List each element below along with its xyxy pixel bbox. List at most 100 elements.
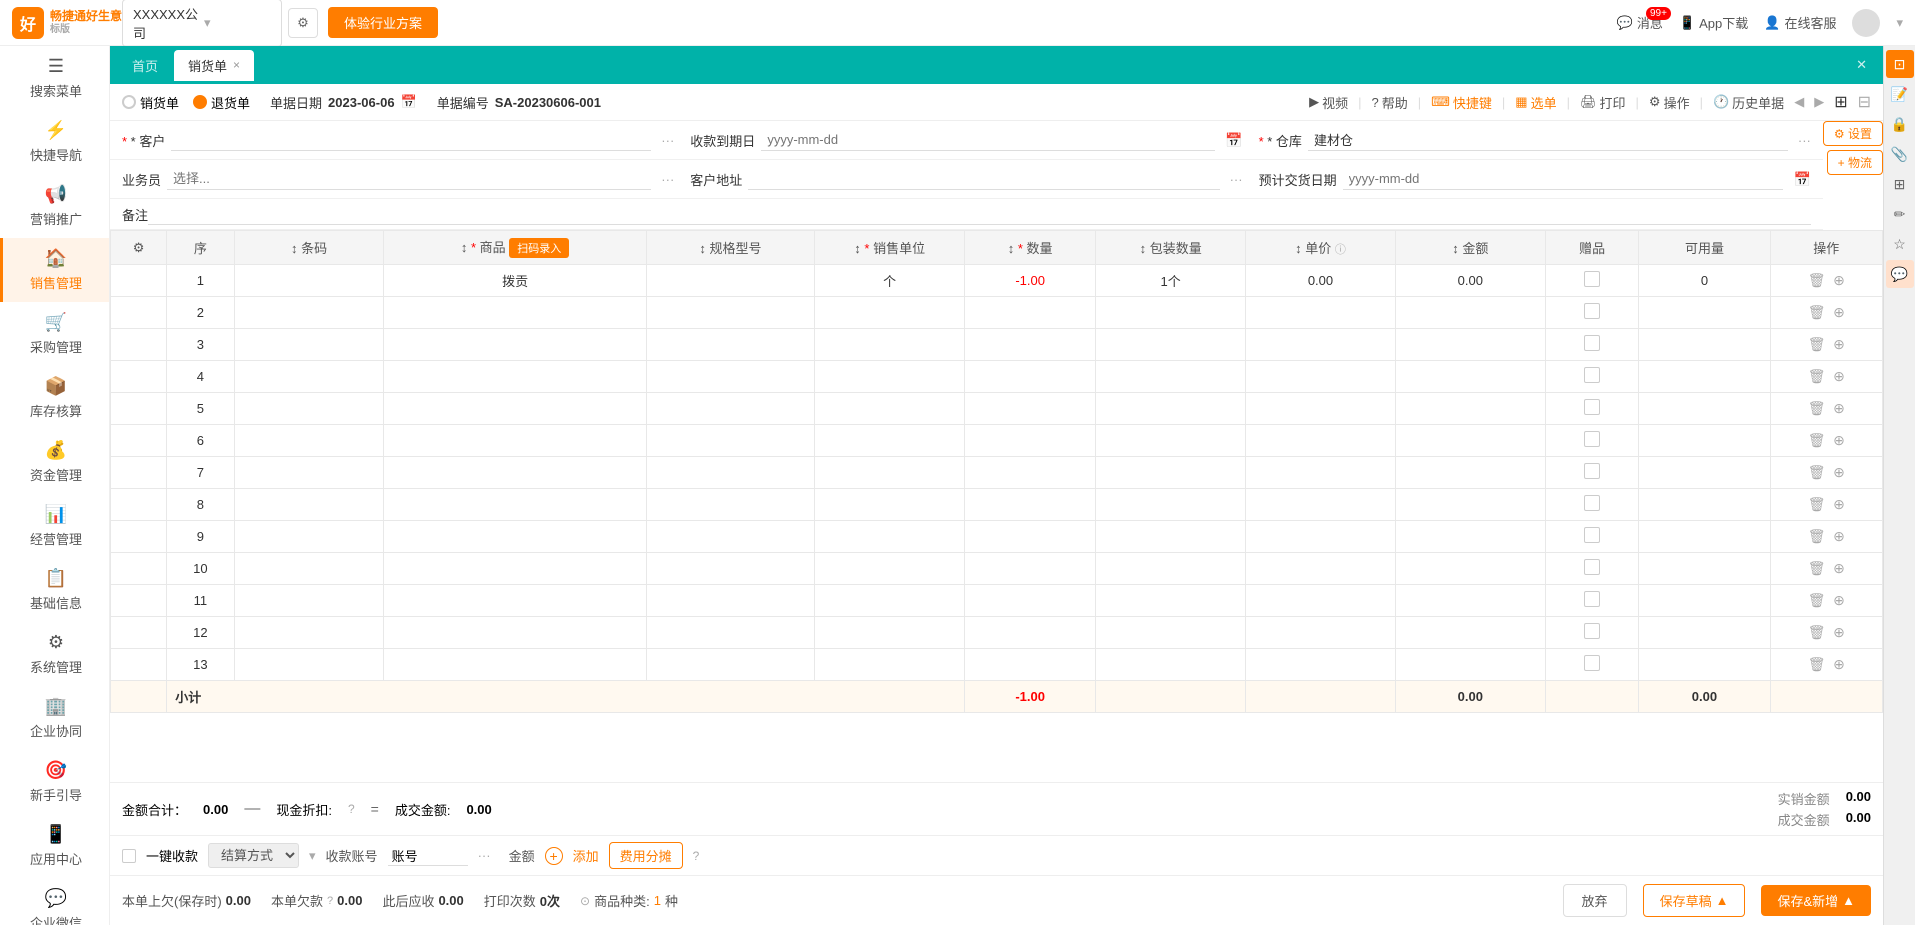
customer-dots[interactable]: ··· bbox=[661, 133, 674, 148]
online-service-btn[interactable]: 👤 在线客服 bbox=[1764, 13, 1836, 32]
cell-unit[interactable]: 个 bbox=[815, 265, 965, 297]
cell-qty[interactable] bbox=[965, 553, 1096, 585]
collect-date-input[interactable] bbox=[761, 129, 1215, 151]
delete-row-btn[interactable]: 🗑 bbox=[1806, 302, 1828, 323]
cell-gift[interactable] bbox=[1545, 649, 1639, 681]
price-info-icon[interactable]: ⓘ bbox=[1335, 244, 1346, 256]
scan-button[interactable]: 扫码录入 bbox=[509, 238, 569, 258]
gift-checkbox[interactable] bbox=[1584, 655, 1600, 671]
collect-date-calendar-icon[interactable]: 📅 bbox=[1225, 132, 1242, 149]
tab-home[interactable]: 首页 bbox=[118, 50, 172, 81]
settings-button[interactable]: ⚙ 设置 bbox=[1823, 121, 1883, 146]
tab-close-all[interactable]: ✕ bbox=[1848, 57, 1875, 73]
copy-row-btn[interactable]: ⊕ bbox=[1831, 334, 1847, 355]
cell-spec[interactable] bbox=[646, 617, 815, 649]
gift-checkbox[interactable] bbox=[1584, 623, 1600, 639]
filter-link[interactable]: ▦ 选单 bbox=[1515, 93, 1556, 112]
next-icon[interactable]: ▶ bbox=[1814, 94, 1824, 110]
cell-unit[interactable] bbox=[815, 649, 965, 681]
cell-price[interactable] bbox=[1246, 425, 1396, 457]
cell-unit[interactable] bbox=[815, 425, 965, 457]
delete-row-btn[interactable]: 🗑 bbox=[1806, 558, 1828, 579]
message-btn[interactable]: 💬 消息 99+ bbox=[1617, 13, 1663, 32]
rp-note[interactable]: 📝 bbox=[1886, 80, 1914, 108]
cell-unit[interactable] bbox=[815, 617, 965, 649]
cell-barcode[interactable] bbox=[234, 329, 384, 361]
cell-barcode[interactable] bbox=[234, 489, 384, 521]
cell-barcode[interactable] bbox=[234, 585, 384, 617]
print-link[interactable]: 🖨 打印 bbox=[1580, 93, 1626, 112]
cell-pkgqty[interactable] bbox=[1096, 617, 1246, 649]
cell-product[interactable] bbox=[384, 361, 646, 393]
cell-gift[interactable] bbox=[1545, 617, 1639, 649]
cell-barcode[interactable] bbox=[234, 521, 384, 553]
copy-row-btn[interactable]: ⊕ bbox=[1831, 398, 1847, 419]
cell-price[interactable] bbox=[1246, 649, 1396, 681]
cell-product[interactable] bbox=[384, 425, 646, 457]
operate-link[interactable]: ⚙ 操作 bbox=[1649, 93, 1690, 112]
salesman-dots[interactable]: ··· bbox=[661, 172, 674, 187]
cell-product[interactable] bbox=[384, 585, 646, 617]
delete-row-btn[interactable]: 🗑 bbox=[1806, 334, 1828, 355]
cell-amount[interactable] bbox=[1395, 297, 1545, 329]
cell-gift[interactable] bbox=[1545, 361, 1639, 393]
customer-addr-input[interactable] bbox=[748, 168, 1219, 190]
save-draft-button[interactable]: 保存草稿 ▲ bbox=[1643, 884, 1746, 917]
cell-barcode[interactable] bbox=[234, 297, 384, 329]
cell-product[interactable] bbox=[384, 649, 646, 681]
cell-spec[interactable] bbox=[646, 329, 815, 361]
cell-unit[interactable] bbox=[815, 457, 965, 489]
customer-input[interactable] bbox=[171, 129, 651, 151]
cell-price[interactable] bbox=[1246, 361, 1396, 393]
copy-row-btn[interactable]: ⊕ bbox=[1831, 590, 1847, 611]
user-avatar[interactable] bbox=[1852, 9, 1880, 37]
sidebar-item-sales[interactable]: 🏠 销售管理 bbox=[0, 238, 109, 302]
gift-checkbox[interactable] bbox=[1584, 271, 1600, 287]
cell-spec[interactable] bbox=[646, 585, 815, 617]
copy-row-btn[interactable]: ⊕ bbox=[1831, 558, 1847, 579]
delete-row-btn[interactable]: 🗑 bbox=[1806, 590, 1828, 611]
cell-unit[interactable] bbox=[815, 585, 965, 617]
help-link[interactable]: ? 帮助 bbox=[1371, 93, 1407, 112]
cell-barcode[interactable] bbox=[234, 361, 384, 393]
user-menu-arrow[interactable]: ▾ bbox=[1896, 15, 1903, 31]
rp-lock[interactable]: 🔒 bbox=[1886, 110, 1914, 138]
payment-method-select[interactable]: 结算方式 bbox=[208, 843, 299, 868]
cell-product[interactable] bbox=[384, 553, 646, 585]
delete-row-btn[interactable]: 🗑 bbox=[1806, 366, 1828, 387]
cell-pkgqty[interactable] bbox=[1096, 329, 1246, 361]
cell-gift[interactable] bbox=[1545, 489, 1639, 521]
sidebar-item-wechat[interactable]: 💬 企业微信 bbox=[0, 878, 109, 925]
cell-spec[interactable] bbox=[646, 553, 815, 585]
cell-amount[interactable] bbox=[1395, 329, 1545, 361]
cell-product[interactable] bbox=[384, 329, 646, 361]
sidebar-item-purchase[interactable]: 🛒 采购管理 bbox=[0, 302, 109, 366]
abandon-button[interactable]: 放弃 bbox=[1563, 884, 1627, 917]
dots-icon[interactable]: ··· bbox=[478, 848, 491, 863]
calendar-icon[interactable]: 📅 bbox=[401, 94, 417, 110]
cell-gift[interactable] bbox=[1545, 553, 1639, 585]
cell-pkgqty[interactable] bbox=[1096, 457, 1246, 489]
cell-product[interactable] bbox=[384, 393, 646, 425]
cell-qty[interactable] bbox=[965, 329, 1096, 361]
sidebar-item-system[interactable]: ⚙ 系统管理 bbox=[0, 622, 109, 686]
cell-unit[interactable] bbox=[815, 361, 965, 393]
rp-chat[interactable]: 💬 bbox=[1886, 260, 1914, 288]
sidebar-item-enterprise[interactable]: 🏢 企业协同 bbox=[0, 686, 109, 750]
copy-row-btn[interactable]: ⊕ bbox=[1831, 526, 1847, 547]
cell-spec[interactable] bbox=[646, 425, 815, 457]
cell-qty[interactable]: -1.00 bbox=[965, 265, 1096, 297]
logistics-button[interactable]: + 物流 bbox=[1827, 150, 1883, 175]
cell-price[interactable] bbox=[1246, 297, 1396, 329]
remark-input[interactable] bbox=[148, 203, 1811, 225]
cell-product[interactable] bbox=[384, 521, 646, 553]
trial-button[interactable]: 体验行业方案 bbox=[328, 7, 438, 38]
cell-price[interactable]: 0.00 bbox=[1246, 265, 1396, 297]
sidebar-item-inventory[interactable]: 📦 库存核算 bbox=[0, 366, 109, 430]
discount-minus-icon[interactable]: — bbox=[244, 800, 260, 818]
save-new-button[interactable]: 保存&新增 ▲ bbox=[1761, 885, 1871, 916]
cell-spec[interactable] bbox=[646, 297, 815, 329]
sidebar-item-finance[interactable]: 💰 资金管理 bbox=[0, 430, 109, 494]
cell-amount[interactable] bbox=[1395, 457, 1545, 489]
copy-row-btn[interactable]: ⊕ bbox=[1831, 430, 1847, 451]
